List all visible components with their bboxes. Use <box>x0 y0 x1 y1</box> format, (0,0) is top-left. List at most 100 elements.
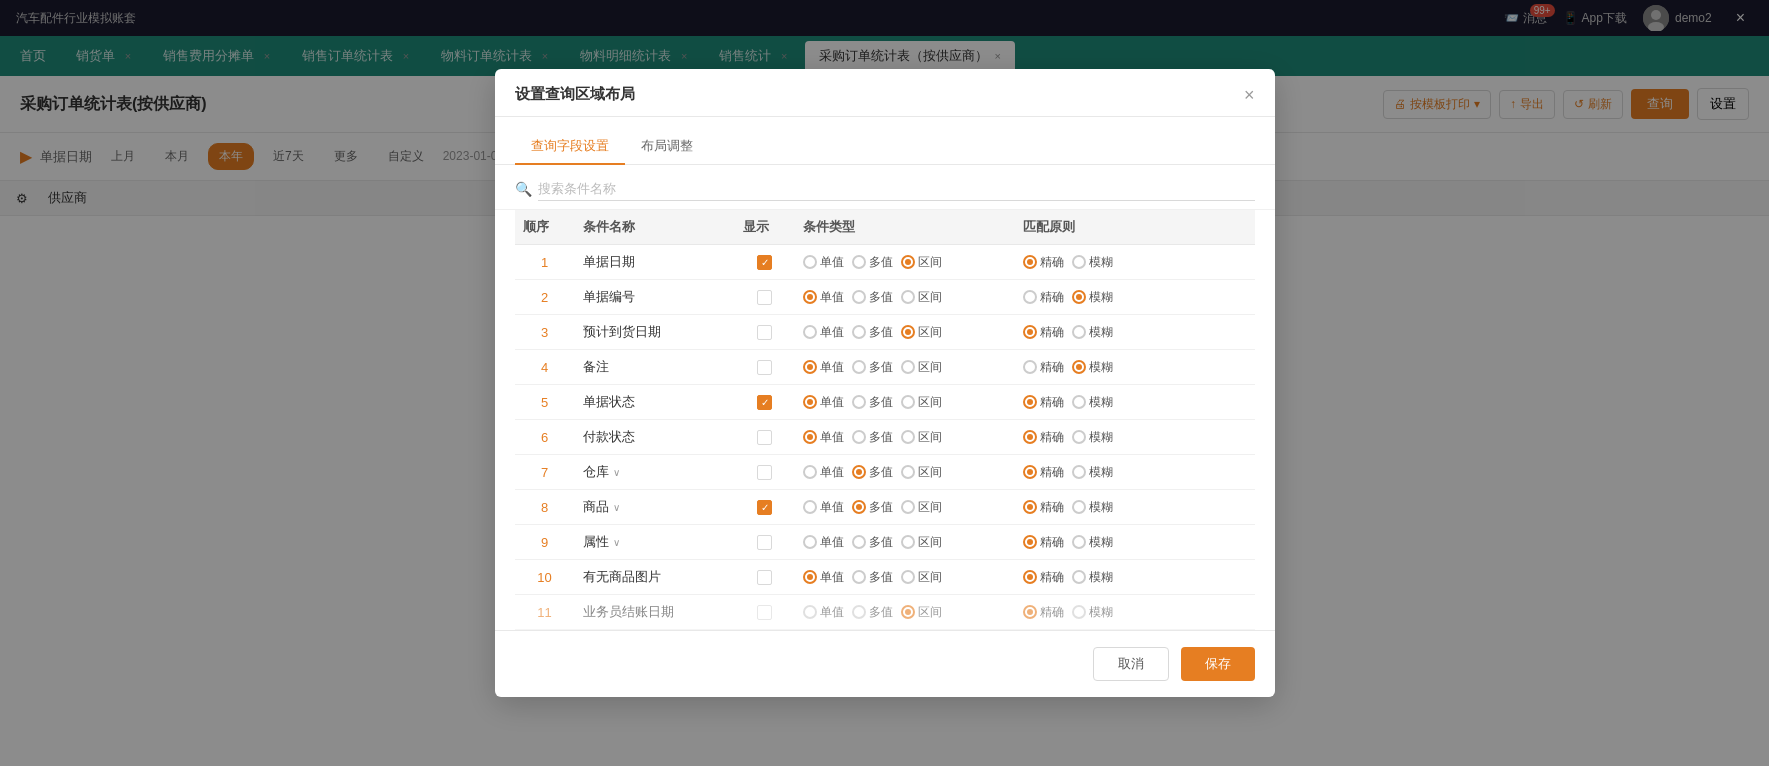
row-name-8: 商品 ∨ <box>575 498 735 516</box>
radio-exact-7[interactable]: 精确 <box>1023 464 1064 481</box>
radio-multi-10[interactable]: 多值 <box>852 569 893 586</box>
radio-multi-11[interactable]: 多值 <box>852 604 893 621</box>
radio-single-10[interactable]: 单值 <box>803 569 844 586</box>
radio-multi-7[interactable]: 多值 <box>852 464 893 481</box>
tab-query-fields[interactable]: 查询字段设置 <box>515 129 625 165</box>
radio-single-7[interactable]: 单值 <box>803 464 844 481</box>
radio-exact-5[interactable]: 精确 <box>1023 394 1064 411</box>
row-display-8[interactable] <box>735 500 795 515</box>
row-display-9[interactable] <box>735 535 795 550</box>
radio-multi-9[interactable]: 多值 <box>852 534 893 551</box>
radio-range-11[interactable]: 区间 <box>901 604 942 621</box>
radio-single-1[interactable]: 单值 <box>803 254 844 271</box>
radio-circle <box>803 535 817 549</box>
radio-single-5[interactable]: 单值 <box>803 394 844 411</box>
radio-single-9[interactable]: 单值 <box>803 534 844 551</box>
radio-single-3[interactable]: 单值 <box>803 324 844 341</box>
radio-range-1[interactable]: 区间 <box>901 254 942 271</box>
table-row: 6 付款状态 单值 多值 区间 精确 模糊 <box>515 420 1255 455</box>
checkbox-7[interactable] <box>757 465 772 480</box>
radio-exact-2[interactable]: 精确 <box>1023 289 1064 306</box>
radio-fuzzy-7[interactable]: 模糊 <box>1072 464 1113 481</box>
radio-multi-2[interactable]: 多值 <box>852 289 893 306</box>
radio-fuzzy-3[interactable]: 模糊 <box>1072 324 1113 341</box>
row-display-6[interactable] <box>735 430 795 445</box>
dialog-footer: 取消 保存 <box>495 630 1275 697</box>
radio-range-8[interactable]: 区间 <box>901 499 942 516</box>
radio-multi-4[interactable]: 多值 <box>852 359 893 376</box>
row-display-5[interactable] <box>735 395 795 410</box>
row-order-7: 7 <box>515 465 575 480</box>
row-order-2: 2 <box>515 290 575 305</box>
checkbox-8[interactable] <box>757 500 772 515</box>
row-type-11: 单值 多值 区间 <box>795 604 1015 621</box>
radio-range-10[interactable]: 区间 <box>901 569 942 586</box>
row-display-2[interactable] <box>735 290 795 305</box>
radio-single-6[interactable]: 单值 <box>803 429 844 446</box>
radio-fuzzy-1[interactable]: 模糊 <box>1072 254 1113 271</box>
radio-fuzzy-5[interactable]: 模糊 <box>1072 394 1113 411</box>
radio-fuzzy-4[interactable]: 模糊 <box>1072 359 1113 376</box>
radio-fuzzy-8[interactable]: 模糊 <box>1072 499 1113 516</box>
radio-fuzzy-2[interactable]: 模糊 <box>1072 289 1113 306</box>
checkbox-9[interactable] <box>757 535 772 550</box>
radio-exact-3[interactable]: 精确 <box>1023 324 1064 341</box>
row-type-5: 单值 多值 区间 <box>795 394 1015 411</box>
row-display-11[interactable] <box>735 605 795 620</box>
checkbox-1[interactable] <box>757 255 772 270</box>
radio-single-2[interactable]: 单值 <box>803 289 844 306</box>
radio-multi-8[interactable]: 多值 <box>852 499 893 516</box>
radio-fuzzy-9[interactable]: 模糊 <box>1072 534 1113 551</box>
radio-range-9[interactable]: 区间 <box>901 534 942 551</box>
radio-exact-1[interactable]: 精确 <box>1023 254 1064 271</box>
radio-multi-3[interactable]: 多值 <box>852 324 893 341</box>
search-input[interactable] <box>538 177 1255 201</box>
save-button[interactable]: 保存 <box>1181 647 1255 681</box>
radio-range-5[interactable]: 区间 <box>901 394 942 411</box>
row-match-6: 精确 模糊 <box>1015 429 1215 446</box>
radio-range-3[interactable]: 区间 <box>901 324 942 341</box>
row-display-4[interactable] <box>735 360 795 375</box>
radio-range-4[interactable]: 区间 <box>901 359 942 376</box>
radio-exact-6[interactable]: 精确 <box>1023 429 1064 446</box>
radio-multi-5[interactable]: 多值 <box>852 394 893 411</box>
row-display-10[interactable] <box>735 570 795 585</box>
radio-range-2[interactable]: 区间 <box>901 289 942 306</box>
radio-fuzzy-11[interactable]: 模糊 <box>1072 604 1113 621</box>
radio-exact-4[interactable]: 精确 <box>1023 359 1064 376</box>
radio-exact-8[interactable]: 精确 <box>1023 499 1064 516</box>
checkbox-2[interactable] <box>757 290 772 305</box>
cancel-button[interactable]: 取消 <box>1093 647 1169 681</box>
row-type-6: 单值 多值 区间 <box>795 429 1015 446</box>
radio-exact-10[interactable]: 精确 <box>1023 569 1064 586</box>
tab-layout-adjust[interactable]: 布局调整 <box>625 129 709 165</box>
radio-exact-9[interactable]: 精确 <box>1023 534 1064 551</box>
radio-range-6[interactable]: 区间 <box>901 429 942 446</box>
table-row: 7 仓库 ∨ 单值 多值 区间 精确 模糊 <box>515 455 1255 490</box>
checkbox-3[interactable] <box>757 325 772 340</box>
checkbox-4[interactable] <box>757 360 772 375</box>
radio-fuzzy-6[interactable]: 模糊 <box>1072 429 1113 446</box>
row-display-7[interactable] <box>735 465 795 480</box>
radio-multi-6[interactable]: 多值 <box>852 429 893 446</box>
row-display-3[interactable] <box>735 325 795 340</box>
radio-single-8[interactable]: 单值 <box>803 499 844 516</box>
checkbox-10[interactable] <box>757 570 772 585</box>
row-display-1[interactable] <box>735 255 795 270</box>
radio-single-11[interactable]: 单值 <box>803 604 844 621</box>
checkbox-5[interactable] <box>757 395 772 410</box>
row-type-8: 单值 多值 区间 <box>795 499 1015 516</box>
radio-circle <box>1072 465 1086 479</box>
radio-range-7[interactable]: 区间 <box>901 464 942 481</box>
radio-circle-selected <box>852 465 866 479</box>
checkbox-11[interactable] <box>757 605 772 620</box>
radio-single-4[interactable]: 单值 <box>803 359 844 376</box>
radio-circle-selected <box>1023 500 1037 514</box>
dialog-title: 设置查询区域布局 <box>515 85 635 104</box>
radio-multi-1[interactable]: 多值 <box>852 254 893 271</box>
chevron-down-icon: ∨ <box>613 467 620 478</box>
dialog-close-button[interactable]: × <box>1244 86 1255 104</box>
checkbox-6[interactable] <box>757 430 772 445</box>
radio-fuzzy-10[interactable]: 模糊 <box>1072 569 1113 586</box>
radio-exact-11[interactable]: 精确 <box>1023 604 1064 621</box>
